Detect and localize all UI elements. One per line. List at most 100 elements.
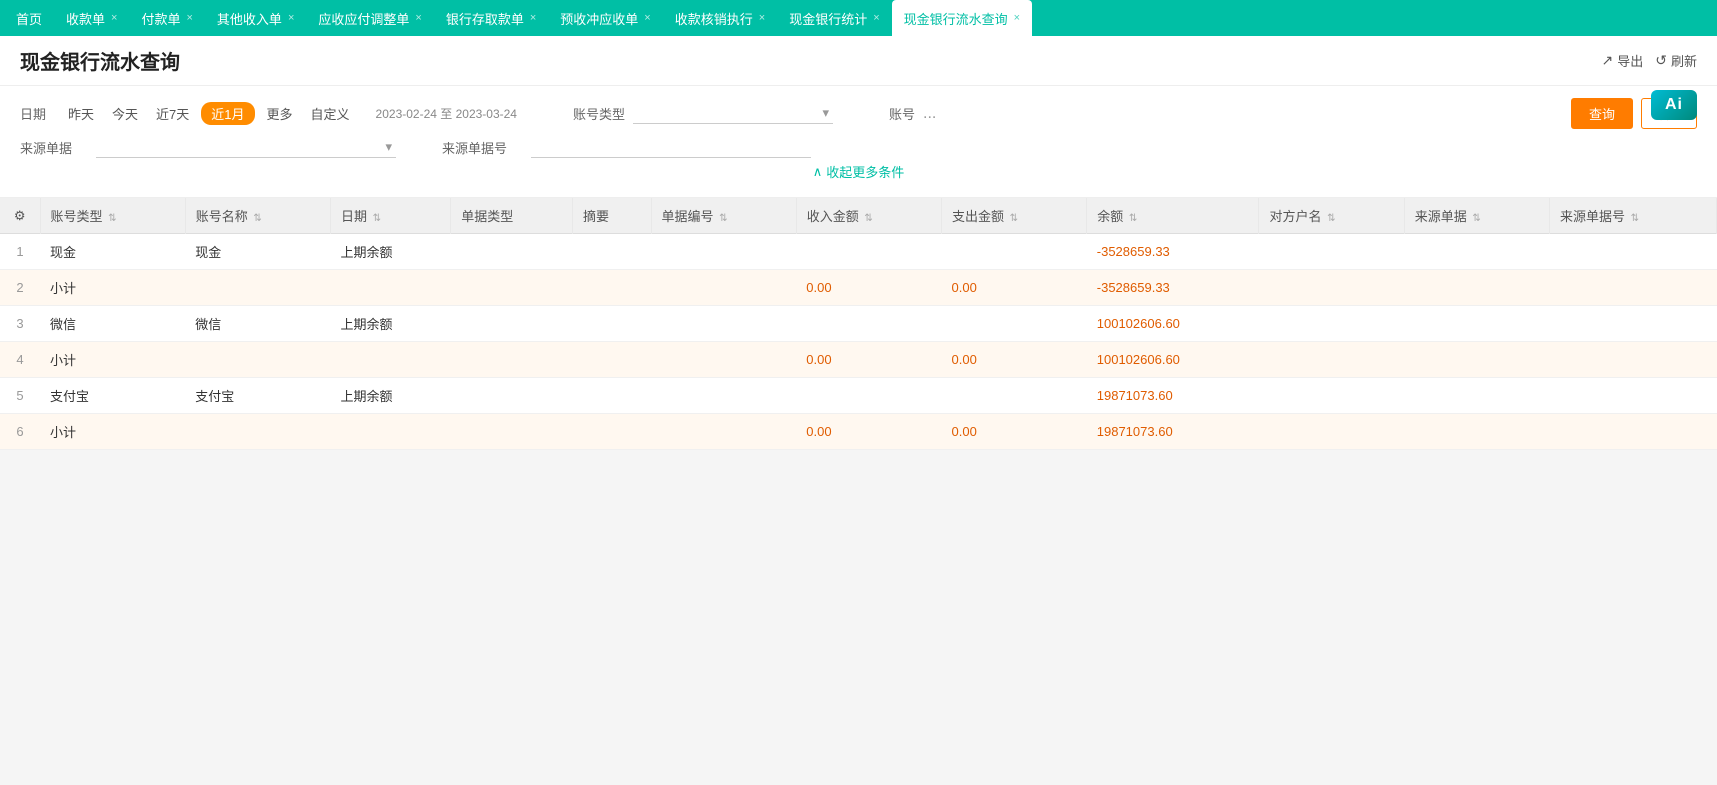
close-icon[interactable]: ×	[288, 12, 294, 24]
cell-source-doc	[1404, 270, 1549, 306]
cell-expense	[942, 306, 1087, 342]
cell-source-doc	[1404, 414, 1549, 450]
cell-doc-no	[651, 306, 796, 342]
cell-source-doc-no	[1549, 378, 1716, 414]
cash-flow-table: ⚙ 账号类型 ⇅ 账号名称 ⇅ 日期 ⇅ 单据类型 摘要 单据	[0, 198, 1717, 450]
sort-icon: ⇅	[108, 213, 116, 224]
table-col-date[interactable]: 日期 ⇅	[331, 198, 451, 234]
cell-doc-no	[651, 342, 796, 378]
account-type-select[interactable]: ▾	[633, 103, 833, 124]
table-col-counterpart[interactable]: 对方户名 ⇅	[1259, 198, 1404, 234]
table-col-income[interactable]: 收入金额 ⇅	[796, 198, 941, 234]
cell-doc-no	[651, 414, 796, 450]
date-1month[interactable]: 近1月	[201, 102, 254, 125]
cell-source-doc-no	[1549, 342, 1716, 378]
query-button[interactable]: 查询	[1571, 98, 1633, 129]
cell-doc-type	[451, 306, 573, 342]
table-col-doc-no[interactable]: 单据编号 ⇅	[651, 198, 796, 234]
cell-date: 上期余额	[331, 306, 451, 342]
collapse-bar[interactable]: ∧ 收起更多条件	[20, 158, 1697, 185]
top-navigation: 首页 收款单 × 付款单 × 其他收入单 × 应收应付调整单 × 银行存取款单 …	[0, 0, 1717, 36]
cell-expense: 0.00	[942, 270, 1087, 306]
table-col-expense[interactable]: 支出金额 ⇅	[942, 198, 1087, 234]
cell-doc-type	[451, 414, 573, 450]
cell-balance: -3528659.33	[1087, 270, 1259, 306]
cell-date: 上期余额	[331, 378, 451, 414]
refresh-button[interactable]: ↺ 刷新	[1655, 51, 1697, 70]
cell-income	[796, 234, 941, 270]
close-icon[interactable]: ×	[530, 12, 536, 24]
cell-account-name: 现金	[185, 234, 330, 270]
cell-account-type: 现金	[40, 234, 185, 270]
close-icon[interactable]: ×	[186, 12, 192, 24]
date-7days[interactable]: 近7天	[150, 102, 195, 125]
cell-doc-type	[451, 234, 573, 270]
cell-income: 0.00	[796, 270, 941, 306]
table-row: 3微信微信上期余额100102606.60	[0, 306, 1717, 342]
nav-receive[interactable]: 收款单 ×	[54, 0, 129, 36]
date-yesterday[interactable]: 昨天	[62, 102, 100, 125]
cell-summary	[573, 378, 651, 414]
row-index: 4	[0, 342, 40, 378]
table-col-config[interactable]: ⚙	[0, 198, 40, 234]
date-today[interactable]: 今天	[106, 102, 144, 125]
nav-cash-stats[interactable]: 现金银行统计 ×	[777, 0, 891, 36]
row-index: 5	[0, 378, 40, 414]
row-index: 3	[0, 306, 40, 342]
nav-bank-deposit[interactable]: 银行存取款单 ×	[434, 0, 548, 36]
cell-summary	[573, 306, 651, 342]
cell-account-name	[185, 342, 330, 378]
close-icon[interactable]: ×	[644, 12, 650, 24]
source-doc-no-input[interactable]	[531, 138, 811, 158]
table-col-source-doc[interactable]: 来源单据 ⇅	[1404, 198, 1549, 234]
cell-source-doc	[1404, 342, 1549, 378]
filter-area: 日期 昨天 今天 近7天 近1月 更多 自定义 2023-02-24 至 202…	[0, 86, 1717, 198]
cell-counterpart	[1259, 234, 1404, 270]
cell-summary	[573, 342, 651, 378]
close-icon[interactable]: ×	[759, 12, 765, 24]
sort-icon: ⇅	[1472, 213, 1480, 224]
nav-pay[interactable]: 付款单 ×	[129, 0, 204, 36]
cell-source-doc-no	[1549, 306, 1716, 342]
date-more[interactable]: 更多	[261, 102, 299, 125]
cell-doc-type	[451, 342, 573, 378]
nav-adjustment[interactable]: 应收应付调整单 ×	[306, 0, 433, 36]
nav-other-income[interactable]: 其他收入单 ×	[205, 0, 306, 36]
sort-icon: ⇅	[719, 213, 727, 224]
close-icon[interactable]: ×	[111, 12, 117, 24]
nav-pre-receive[interactable]: 预收冲应收单 ×	[548, 0, 662, 36]
table-col-balance[interactable]: 余额 ⇅	[1087, 198, 1259, 234]
nav-home[interactable]: 首页	[4, 0, 54, 36]
page-title: 现金银行流水查询	[20, 46, 180, 75]
close-icon[interactable]: ×	[415, 12, 421, 24]
cell-account-type: 小计	[40, 270, 185, 306]
cell-balance: 100102606.60	[1087, 306, 1259, 342]
export-button[interactable]: ↗ 导出	[1602, 51, 1644, 70]
cell-summary	[573, 234, 651, 270]
table-col-account-name[interactable]: 账号名称 ⇅	[185, 198, 330, 234]
close-icon[interactable]: ×	[873, 12, 879, 24]
source-doc-no-label: 来源单据号	[442, 138, 507, 157]
cell-date: 上期余额	[331, 234, 451, 270]
sort-icon: ⇅	[373, 213, 381, 224]
nav-verify[interactable]: 收款核销执行 ×	[663, 0, 777, 36]
header-actions: ↗ 导出 ↺ 刷新	[1602, 51, 1698, 70]
table-col-doc-type: 单据类型	[451, 198, 573, 234]
table-col-source-doc-no[interactable]: 来源单据号 ⇅	[1549, 198, 1716, 234]
sort-icon: ⇅	[1010, 213, 1018, 224]
cell-source-doc	[1404, 234, 1549, 270]
cell-balance: 19871073.60	[1087, 378, 1259, 414]
nav-cash-flow[interactable]: 现金银行流水查询 ×	[892, 0, 1032, 36]
cell-balance: 19871073.60	[1087, 414, 1259, 450]
sort-icon: ⇅	[253, 213, 261, 224]
account-type-label: 账号类型	[573, 104, 625, 123]
source-doc-select[interactable]: ▾	[96, 137, 396, 158]
close-icon[interactable]: ×	[1014, 12, 1020, 24]
account-picker-button[interactable]: ...	[923, 105, 936, 123]
cell-account-name	[185, 270, 330, 306]
cell-income: 0.00	[796, 342, 941, 378]
refresh-icon: ↺	[1655, 52, 1667, 69]
date-custom[interactable]: 自定义	[305, 102, 356, 125]
ai-badge[interactable]: Ai	[1651, 90, 1697, 120]
table-col-account-type[interactable]: 账号类型 ⇅	[40, 198, 185, 234]
